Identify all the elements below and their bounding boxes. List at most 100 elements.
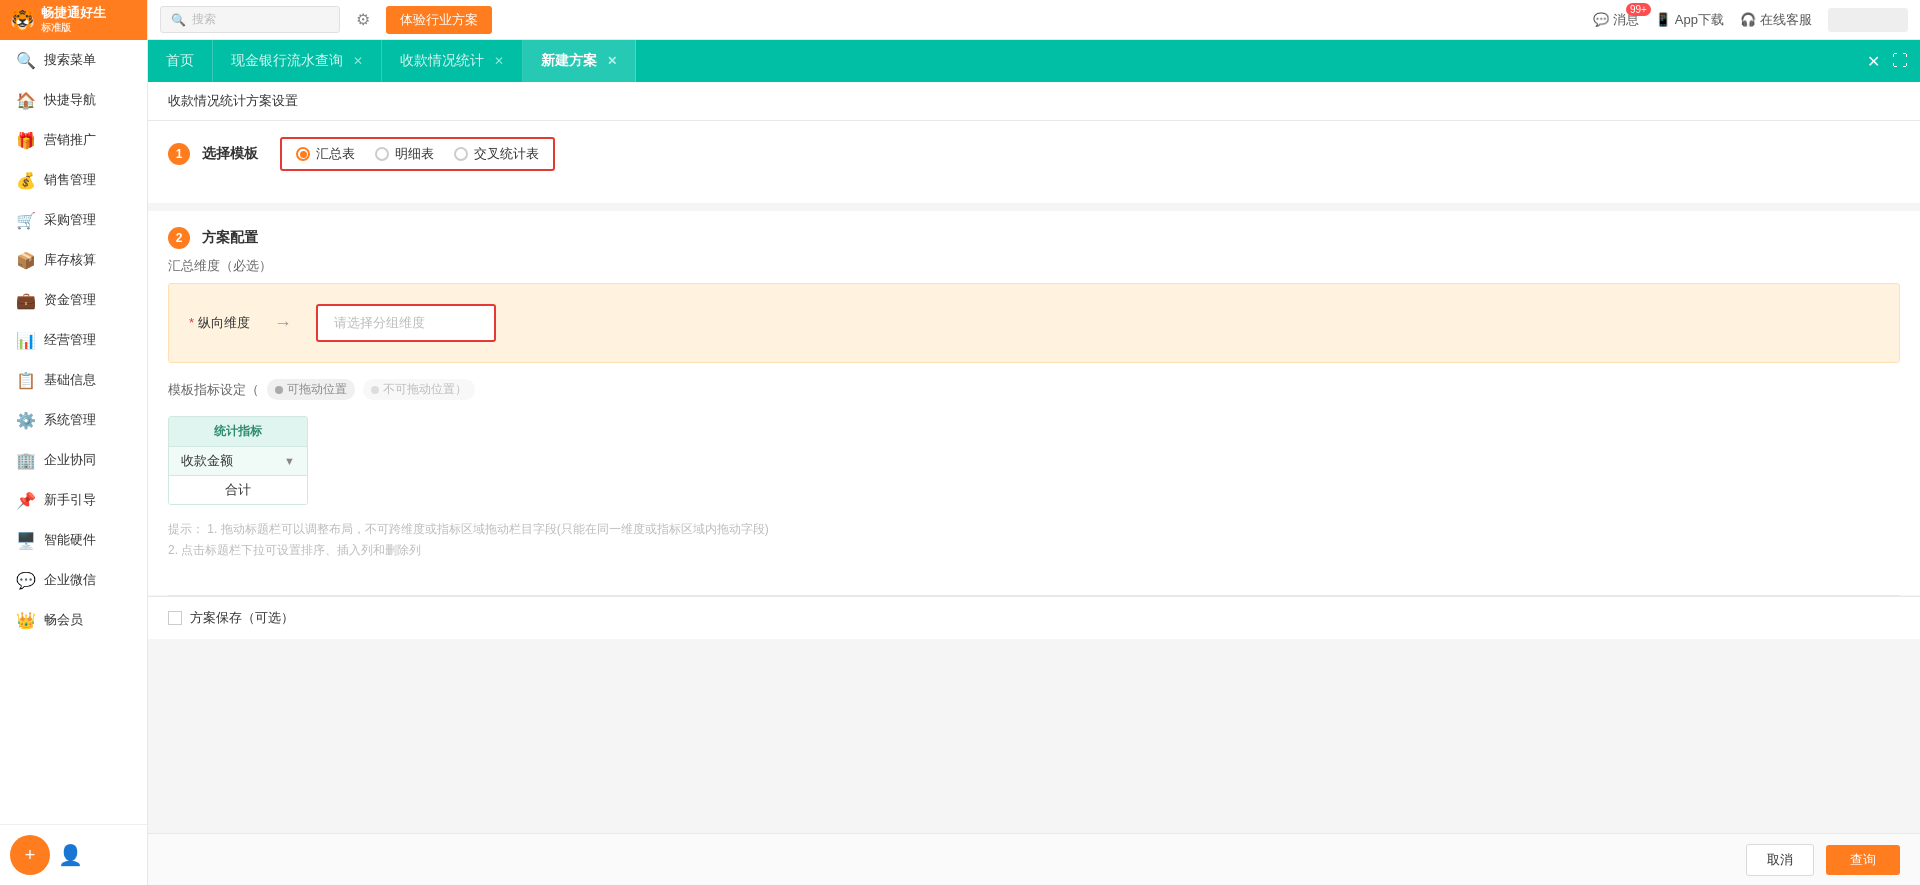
sidebar-logo: 🐯 畅捷通好生 标准版 <box>0 0 147 40</box>
radio-btn-cross[interactable] <box>454 147 468 161</box>
save-label: 方案保存（可选） <box>190 609 294 627</box>
config-area: 汇总维度（必选） * 纵向维度 → 请选择分组维度 模板指标设定（ <box>148 257 1920 595</box>
download-btn[interactable]: 📱 App下载 <box>1655 11 1724 29</box>
enterprise-icon: 🏢 <box>16 450 36 470</box>
sidebar-item-capital[interactable]: 💼 资金管理 <box>0 280 147 320</box>
sidebar-label-quick-nav: 快捷导航 <box>44 91 96 109</box>
sidebar-item-marketing[interactable]: 🎁 营销推广 <box>0 120 147 160</box>
close-window-icon[interactable]: ✕ <box>1867 52 1880 71</box>
tip1-text: 1. 拖动标题栏可以调整布局，不可跨维度或指标区域拖动栏目字段(只能在同一维度或… <box>207 522 768 536</box>
smart-hw-icon: 🖥️ <box>16 530 36 550</box>
member-icon: 👑 <box>16 610 36 630</box>
tab-receipt-stat[interactable]: 收款情况统计 ✕ <box>382 40 523 82</box>
radio-detail[interactable]: 明细表 <box>375 145 434 163</box>
sidebar-label-guide: 新手引导 <box>44 491 96 509</box>
sidebar-item-quick-nav[interactable]: 🏠 快捷导航 <box>0 80 147 120</box>
sidebar-item-wechat[interactable]: 💬 企业微信 <box>0 560 147 600</box>
template-select-box: 汇总表 明细表 交叉统计表 <box>280 137 555 171</box>
radio-btn-summary[interactable] <box>296 147 310 161</box>
sidebar-label-operation: 经营管理 <box>44 331 96 349</box>
stats-table-total-row: 合计 <box>169 475 307 504</box>
sidebar-item-member[interactable]: 👑 畅会员 <box>0 600 147 640</box>
non-draggable-indicator: 不可拖动位置） <box>363 379 475 400</box>
tab-bank-flow[interactable]: 现金银行流水查询 ✕ <box>213 40 382 82</box>
service-btn[interactable]: 🎧 在线客服 <box>1740 11 1812 29</box>
stats-container: 统计指标 收款金额 ▼ 合计 <box>168 408 1900 521</box>
search-placeholder-text: 搜索 <box>192 11 216 28</box>
sidebar-label-smart-hw: 智能硬件 <box>44 531 96 549</box>
radio-summary[interactable]: 汇总表 <box>296 145 355 163</box>
service-label: 在线客服 <box>1760 11 1812 29</box>
sidebar-item-operation[interactable]: 📊 经营管理 <box>0 320 147 360</box>
sidebar-item-enterprise[interactable]: 🏢 企业协同 <box>0 440 147 480</box>
logo-icon: 🐯 <box>10 8 35 32</box>
section2-label: 方案配置 <box>202 229 258 247</box>
dim-placeholder: 请选择分组维度 <box>334 315 425 330</box>
wechat-icon: 💬 <box>16 570 36 590</box>
save-checkbox[interactable] <box>168 611 182 625</box>
sidebar-item-purchase[interactable]: 🛒 采购管理 <box>0 200 147 240</box>
footer-bar: 取消 查询 <box>148 833 1920 885</box>
download-label: App下载 <box>1675 11 1724 29</box>
sidebar-footer-btn[interactable]: + <box>10 835 50 875</box>
draggable-label: 可拖动位置 <box>287 381 347 398</box>
section1-num: 1 <box>168 143 190 165</box>
tab-bank-flow-label: 现金银行流水查询 <box>231 52 343 70</box>
tab-receipt-stat-close[interactable]: ✕ <box>494 54 504 68</box>
radio-label-detail: 明细表 <box>395 145 434 163</box>
sidebar-item-inventory[interactable]: 📦 库存核算 <box>0 240 147 280</box>
message-count: 99+ <box>1626 3 1651 16</box>
sidebar-label-sales: 销售管理 <box>44 171 96 189</box>
radio-btn-detail[interactable] <box>375 147 389 161</box>
tab-home-label: 首页 <box>166 52 194 70</box>
sidebar-item-system[interactable]: ⚙️ 系统管理 <box>0 400 147 440</box>
vertical-dim-label: * 纵向维度 <box>189 314 250 332</box>
section1-label: 选择模板 <box>202 145 258 163</box>
industry-btn[interactable]: 体验行业方案 <box>386 6 492 34</box>
topbar-search[interactable]: 🔍 搜索 <box>160 6 340 33</box>
section1: 1 选择模板 汇总表 明细表 交叉统计表 <box>148 121 1920 203</box>
draggable-dot <box>275 386 283 394</box>
gear-icon[interactable]: ⚙ <box>356 10 370 29</box>
stats-item-label: 收款金额 <box>181 452 233 470</box>
sidebar-label-enterprise: 企业协同 <box>44 451 96 469</box>
tab-home[interactable]: 首页 <box>148 40 213 82</box>
tip1: 提示： 1. 拖动标题栏可以调整布局，不可跨维度或指标区域拖动栏目字段(只能在同… <box>168 521 1900 538</box>
bottom-save: 方案保存（可选） <box>148 596 1920 639</box>
radio-cross[interactable]: 交叉统计表 <box>454 145 539 163</box>
sidebar-item-smart-hw[interactable]: 🖥️ 智能硬件 <box>0 520 147 560</box>
dimension-title: 汇总维度（必选） <box>168 257 1900 275</box>
message-icon: 💬 <box>1593 12 1609 27</box>
sidebar-item-basic-info[interactable]: 📋 基础信息 <box>0 360 147 400</box>
user-info[interactable] <box>1828 8 1908 32</box>
draggable-indicator: 可拖动位置 <box>267 379 355 400</box>
maximize-icon[interactable]: ⛶ <box>1892 52 1908 70</box>
sidebar-label-system: 系统管理 <box>44 411 96 429</box>
metrics-label-row: 模板指标设定（ 可拖动位置 不可拖动位置） <box>168 379 1900 400</box>
stats-item-payment[interactable]: 收款金额 ▼ <box>169 446 307 475</box>
metrics-section-label: 模板指标设定（ <box>168 381 259 399</box>
query-button[interactable]: 查询 <box>1826 845 1900 875</box>
required-mark: * <box>189 315 194 330</box>
sidebar-item-guide[interactable]: 📌 新手引导 <box>0 480 147 520</box>
sidebar-footer-icon2: 👤 <box>58 843 83 867</box>
non-draggable-dot <box>371 386 379 394</box>
search-icon: 🔍 <box>171 13 186 27</box>
system-icon: ⚙️ <box>16 410 36 430</box>
topbar: 🔍 搜索 ⚙ 体验行业方案 💬 消息 99+ 📱 App下载 🎧 在线客服 <box>148 0 1920 40</box>
dimension-selector[interactable]: 请选择分组维度 <box>316 304 496 342</box>
tab-new-plan-label: 新建方案 <box>541 52 597 70</box>
tabbar-actions: ✕ ⛶ <box>1867 52 1920 71</box>
section2-row: 2 方案配置 <box>168 227 1900 249</box>
message-badge[interactable]: 💬 消息 99+ <box>1593 11 1639 29</box>
dropdown-arrow-icon: ▼ <box>284 455 295 467</box>
sidebar-item-sales[interactable]: 💰 销售管理 <box>0 160 147 200</box>
tab-bank-flow-close[interactable]: ✕ <box>353 54 363 68</box>
stats-row-label: 合计 <box>225 482 251 497</box>
tab-new-plan[interactable]: 新建方案 ✕ <box>523 40 636 82</box>
sidebar-label-marketing: 营销推广 <box>44 131 96 149</box>
sidebar-item-search-menu[interactable]: 🔍 搜索菜单 <box>0 40 147 80</box>
tab-new-plan-close[interactable]: ✕ <box>607 54 617 68</box>
stats-header-label: 统计指标 <box>214 424 262 438</box>
cancel-button[interactable]: 取消 <box>1746 844 1814 876</box>
